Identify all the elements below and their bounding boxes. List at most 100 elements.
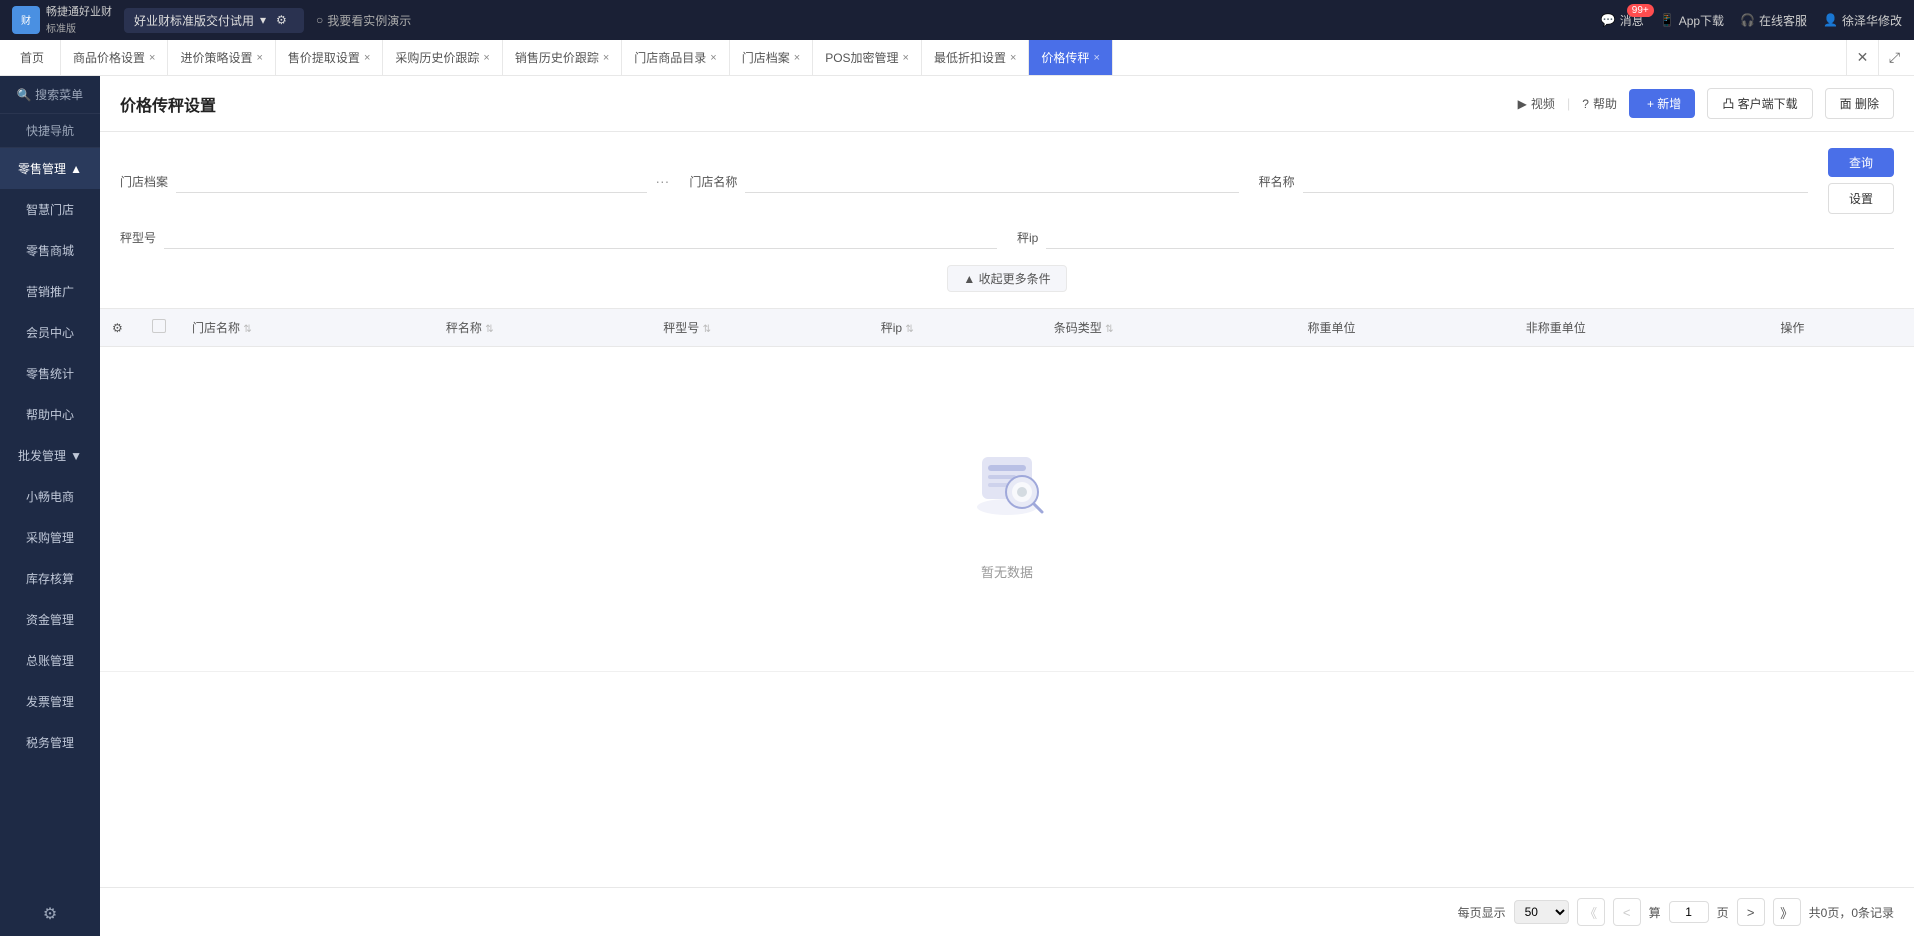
- th-scale-name: 秤名称 ⇅: [434, 309, 651, 347]
- close-icon[interactable]: ×: [1093, 52, 1099, 64]
- settings-filter-button[interactable]: 设置: [1828, 183, 1894, 214]
- sort-icon[interactable]: ⇅: [243, 324, 251, 335]
- page-number-input[interactable]: [1669, 901, 1709, 923]
- query-button[interactable]: 查询: [1828, 148, 1894, 177]
- close-tab-button[interactable]: ✕: [1846, 40, 1878, 76]
- sidebar-item-finance[interactable]: 资金管理: [0, 599, 100, 640]
- settings-icon[interactable]: ⚙: [276, 13, 287, 27]
- sidebar-item-ecommerce[interactable]: 小畅电商: [0, 476, 100, 517]
- sidebar-item-retail[interactable]: 零售管理 ▲: [0, 148, 100, 189]
- tab-pos-management[interactable]: POS加密管理 ×: [813, 40, 922, 76]
- first-page-button[interactable]: 《: [1577, 898, 1605, 926]
- tab-store-catalog[interactable]: 门店商品目录 ×: [622, 40, 729, 76]
- tab-home-label: 首页: [20, 49, 44, 66]
- wholesale-label: 批发管理: [18, 447, 66, 464]
- tab-store-profile[interactable]: 门店档案 ×: [730, 40, 813, 76]
- quick-nav[interactable]: 快捷导航: [0, 114, 100, 148]
- close-icon[interactable]: ×: [364, 52, 370, 64]
- sidebar-item-inventory[interactable]: 库存核算: [0, 558, 100, 599]
- sidebar-item-smart-store[interactable]: 智慧门店: [0, 189, 100, 230]
- user-area[interactable]: 👤 徐泽华修改: [1823, 12, 1902, 29]
- sidebar-item-ledger[interactable]: 总账管理: [0, 640, 100, 681]
- help-link[interactable]: ? 帮助: [1582, 95, 1617, 112]
- demo-link[interactable]: ○ 我要看实例演示: [316, 12, 411, 29]
- app-download-button[interactable]: 📱 App下载: [1660, 12, 1724, 29]
- tab-sale-price[interactable]: 售价提取设置 ×: [276, 40, 383, 76]
- settings-icon[interactable]: ⚙: [43, 906, 57, 923]
- close-icon[interactable]: ×: [794, 52, 800, 64]
- video-link[interactable]: ▶ 视频: [1518, 95, 1555, 112]
- collapse-label: ▲ 收起更多条件: [963, 270, 1050, 287]
- play-icon: ▶: [1518, 97, 1527, 111]
- app-name: 畅捷通好业财: [46, 5, 112, 19]
- version-selector[interactable]: 好业财标准版交付试用 ▾ ⚙: [124, 8, 304, 33]
- sidebar-item-invoice[interactable]: 发票管理: [0, 681, 100, 722]
- user-name: 徐泽华修改: [1842, 12, 1902, 29]
- delete-button[interactable]: 面 删除: [1825, 88, 1894, 119]
- store-profile-label: 门店档案: [120, 173, 168, 190]
- add-label: + 新增: [1647, 95, 1681, 112]
- sort-icon[interactable]: ⇅: [905, 324, 913, 335]
- smart-store-label: 智慧门店: [26, 201, 74, 218]
- retail-mall-label: 零售商城: [26, 242, 74, 259]
- scale-ip-input[interactable]: [1046, 226, 1894, 249]
- th-store-name-label: 门店名称: [192, 321, 240, 335]
- tab-min-discount[interactable]: 最低折扣设置 ×: [922, 40, 1029, 76]
- sidebar-item-retail-mall[interactable]: 零售商城: [0, 230, 100, 271]
- filter-scale-ip: 秤ip: [1017, 226, 1894, 249]
- online-service-button[interactable]: 🎧 在线客服: [1740, 12, 1807, 29]
- search-menu[interactable]: 🔍 搜索菜单: [0, 76, 100, 114]
- purchase-label: 采购管理: [26, 529, 74, 546]
- th-scale-ip: 秤ip ⇅: [869, 309, 1042, 347]
- select-all-checkbox[interactable]: [152, 319, 166, 333]
- sidebar-item-retail-stats[interactable]: 零售统计: [0, 353, 100, 394]
- sidebar-item-purchase[interactable]: 采购管理: [0, 517, 100, 558]
- close-icon[interactable]: ×: [603, 52, 609, 64]
- last-page-button[interactable]: 》: [1773, 898, 1801, 926]
- tab-home[interactable]: 首页: [4, 40, 61, 76]
- message-icon: 💬: [1601, 13, 1616, 27]
- tab-sales-history[interactable]: 销售历史价跟踪 ×: [503, 40, 622, 76]
- close-icon[interactable]: ×: [1010, 52, 1016, 64]
- sort-icon[interactable]: ⇅: [1105, 324, 1113, 335]
- headset-icon: 🎧: [1740, 13, 1755, 27]
- download-label: 凸 客户端下载: [1722, 95, 1797, 112]
- close-icon[interactable]: ×: [149, 52, 155, 64]
- store-name-input[interactable]: [745, 170, 1238, 193]
- sidebar-item-help[interactable]: 帮助中心: [0, 394, 100, 435]
- scale-model-input[interactable]: [164, 226, 997, 249]
- inventory-label: 库存核算: [26, 570, 74, 587]
- store-profile-input[interactable]: [176, 170, 647, 193]
- search-icon: 🔍: [17, 88, 32, 102]
- sidebar-item-member[interactable]: 会员中心: [0, 312, 100, 353]
- tab-purchase-strategy[interactable]: 进价策略设置 ×: [168, 40, 275, 76]
- delete-label: 面 删除: [1840, 95, 1879, 112]
- download-button[interactable]: 凸 客户端下载: [1707, 88, 1812, 119]
- th-checkbox[interactable]: [140, 309, 180, 347]
- scale-name-input[interactable]: [1303, 170, 1808, 193]
- add-button[interactable]: + 新增: [1629, 89, 1695, 118]
- close-icon[interactable]: ×: [903, 52, 909, 64]
- next-page-button[interactable]: >: [1737, 898, 1765, 926]
- maximize-tab-button[interactable]: ⤢: [1878, 40, 1910, 76]
- close-icon[interactable]: ×: [483, 52, 489, 64]
- sort-icon[interactable]: ⇅: [703, 324, 711, 335]
- tab-product-price[interactable]: 商品价格设置 ×: [61, 40, 168, 76]
- sidebar-item-wholesale[interactable]: 批发管理 ▼: [0, 435, 100, 476]
- filter-scale-model: 秤型号: [120, 226, 997, 249]
- th-settings[interactable]: ⚙: [100, 309, 140, 347]
- dots-icon[interactable]: ···: [655, 173, 669, 189]
- collapse-filter-button[interactable]: ▲ 收起更多条件: [947, 265, 1067, 292]
- th-non-weight-unit-label: 非称重单位: [1526, 321, 1586, 335]
- close-icon[interactable]: ×: [256, 52, 262, 64]
- prev-page-button[interactable]: <: [1613, 898, 1641, 926]
- messages-button[interactable]: 💬 消息 99+: [1601, 12, 1644, 29]
- tab-purchase-history[interactable]: 采购历史价跟踪 ×: [383, 40, 502, 76]
- close-icon[interactable]: ×: [710, 52, 716, 64]
- page-size-select[interactable]: 10 20 50 100: [1514, 900, 1569, 924]
- sort-icon[interactable]: ⇅: [485, 324, 493, 335]
- sidebar-item-marketing[interactable]: 营销推广: [0, 271, 100, 312]
- sidebar-item-tax[interactable]: 税务管理: [0, 722, 100, 763]
- chevron-down-icon: ▼: [70, 449, 82, 463]
- tab-price-scale[interactable]: 价格传秤 ×: [1029, 40, 1112, 76]
